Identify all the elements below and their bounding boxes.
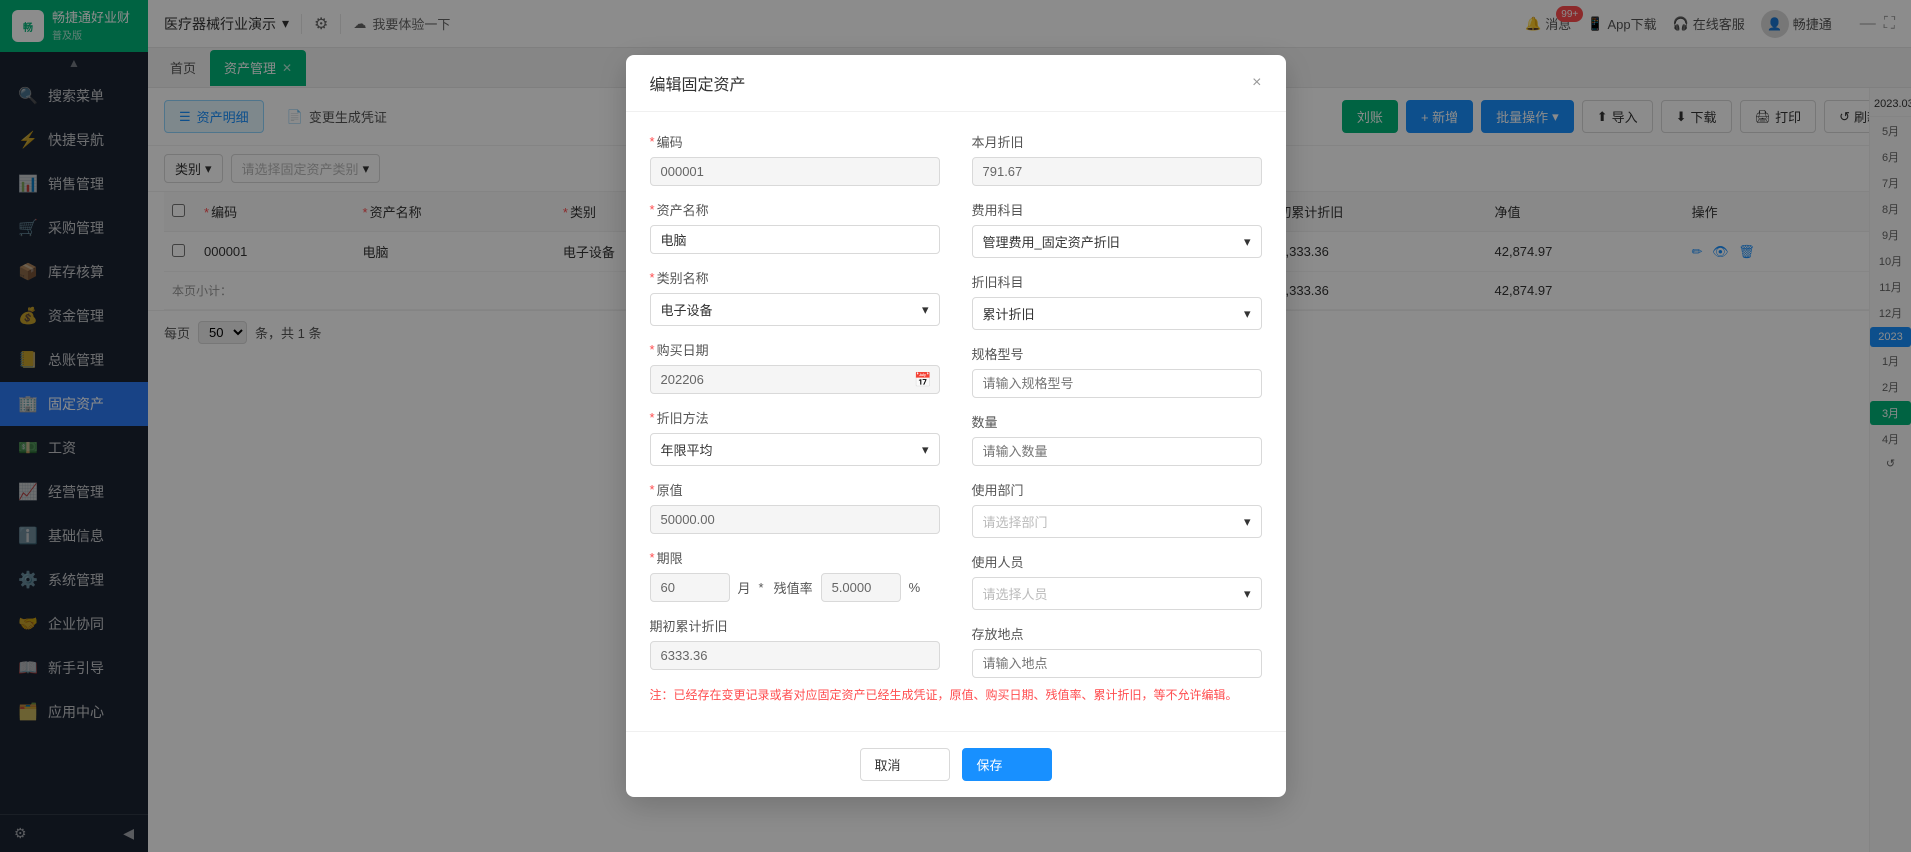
expense-subject-field-group: 费用科目 管理费用_固定资产折旧 ▾ (972, 200, 1262, 258)
salvage-rate-label: 残值率 (774, 578, 813, 597)
period-label: * 期限 (650, 548, 940, 567)
code-label: * 编码 (650, 132, 940, 151)
expense-subject-label: 费用科目 (972, 200, 1262, 219)
purchase-date-field-group: * 购买日期 📅 (650, 340, 940, 394)
dept-dropdown-icon: ▾ (1244, 514, 1251, 530)
location-input[interactable] (972, 649, 1262, 678)
monthly-dep-label: 本月折旧 (972, 132, 1262, 151)
user-label: 使用人员 (972, 552, 1262, 571)
user-placeholder: 请选择人员 (983, 584, 1048, 603)
dep-subject-field-group: 折旧科目 累计折旧 ▾ (972, 272, 1262, 330)
dep-method-select[interactable]: 年限平均 ▾ (650, 433, 940, 466)
modal-body: * 编码 * 资产名称 (626, 112, 1286, 731)
category-field-group: * 类别名称 电子设备 ▾ (650, 268, 940, 326)
period-accum-dep-label: 期初累计折旧 (650, 616, 940, 635)
location-label: 存放地点 (972, 624, 1262, 643)
dep-method-dropdown-icon: ▾ (922, 442, 929, 458)
purchase-date-label: * 购买日期 (650, 340, 940, 359)
user-field-group: 使用人员 请选择人员 ▾ (972, 552, 1262, 610)
save-button[interactable]: 保存 (962, 748, 1052, 781)
modal-overlay: 编辑固定资产 × * 编码 (0, 0, 1911, 852)
period-accum-dep-field-group: 期初累计折旧 (650, 616, 940, 670)
dept-placeholder: 请选择部门 (983, 512, 1048, 531)
dep-method-field-group: * 折旧方法 年限平均 ▾ (650, 408, 940, 466)
code-field-group: * 编码 (650, 132, 940, 186)
category-select[interactable]: 电子设备 ▾ (650, 293, 940, 326)
dept-field-group: 使用部门 请选择部门 ▾ (972, 480, 1262, 538)
modal-title: 编辑固定资产 (650, 71, 746, 95)
dept-label: 使用部门 (972, 480, 1262, 499)
original-value-input[interactable] (650, 505, 940, 534)
name-field-group: * 资产名称 (650, 200, 940, 254)
period-salvage-field-group: * 期限 月 * 残值率 % (650, 548, 940, 602)
spec-field-group: 规格型号 (972, 344, 1262, 398)
code-input[interactable] (650, 157, 940, 186)
edit-asset-modal: 编辑固定资产 × * 编码 (626, 55, 1286, 797)
dep-subject-select[interactable]: 累计折旧 ▾ (972, 297, 1262, 330)
spec-input[interactable] (972, 369, 1262, 398)
location-field-group: 存放地点 (972, 624, 1262, 678)
original-value-field-group: * 原值 (650, 480, 940, 534)
modal-form: * 编码 * 资产名称 (650, 132, 1262, 678)
expense-subject-select[interactable]: 管理费用_固定资产折旧 ▾ (972, 225, 1262, 258)
name-input[interactable] (650, 225, 940, 254)
expense-subject-dropdown-icon: ▾ (1244, 234, 1251, 250)
right-form-column: 本月折旧 费用科目 管理费用_固定资产折旧 ▾ 折旧科目 (972, 132, 1262, 678)
quantity-label: 数量 (972, 412, 1262, 431)
salvage-rate-unit: % (909, 580, 921, 595)
user-dropdown-icon: ▾ (1244, 586, 1251, 602)
modal-note: 注：已经存在变更记录或者对应固定资产已经生成凭证，原值、购买日期、残值率、累计折… (650, 678, 1262, 711)
monthly-dep-field-group: 本月折旧 (972, 132, 1262, 186)
user-select[interactable]: 请选择人员 ▾ (972, 577, 1262, 610)
modal-close-button[interactable]: × (1252, 74, 1261, 92)
monthly-dep-input[interactable] (972, 157, 1262, 186)
modal-header: 编辑固定资产 × (626, 55, 1286, 112)
salvage-rate-input[interactable] (821, 573, 901, 602)
spec-label: 规格型号 (972, 344, 1262, 363)
period-input[interactable] (650, 573, 730, 602)
modal-footer: 取消 保存 (626, 731, 1286, 797)
cancel-button[interactable]: 取消 (860, 748, 950, 781)
period-unit: 月 (738, 578, 751, 597)
dept-select[interactable]: 请选择部门 ▾ (972, 505, 1262, 538)
dep-subject-label: 折旧科目 (972, 272, 1262, 291)
original-value-label: * 原值 (650, 480, 940, 499)
category-label: * 类别名称 (650, 268, 940, 287)
category-dropdown-icon: ▾ (922, 302, 929, 318)
calendar-icon: 📅 (914, 371, 931, 388)
quantity-input[interactable] (972, 437, 1262, 466)
dep-subject-dropdown-icon: ▾ (1244, 306, 1251, 322)
period-accum-dep-input[interactable] (650, 641, 940, 670)
name-label: * 资产名称 (650, 200, 940, 219)
purchase-date-input[interactable] (650, 365, 940, 394)
quantity-field-group: 数量 (972, 412, 1262, 466)
dep-method-label: * 折旧方法 (650, 408, 940, 427)
left-form-column: * 编码 * 资产名称 (650, 132, 940, 678)
